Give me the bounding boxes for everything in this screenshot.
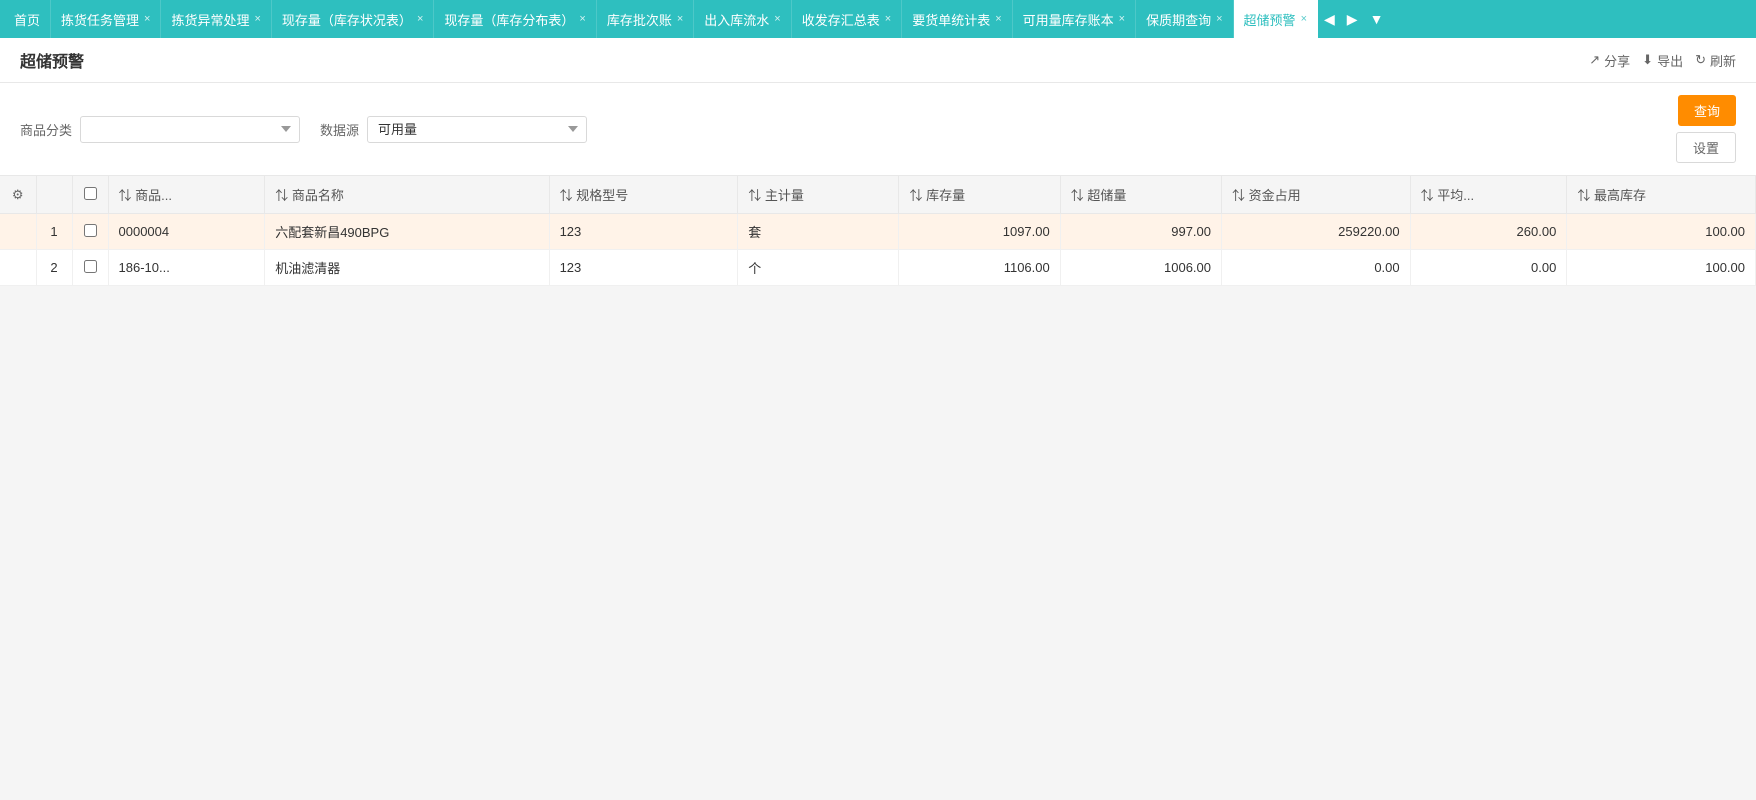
close-available-stock[interactable]: × <box>1119 13 1125 25</box>
datasource-filter: 数据源 可用量 库存量 <box>320 116 587 143</box>
nav-home[interactable]: 首页 <box>4 0 51 38</box>
nav-receive-summary[interactable]: 收发存汇总表 × <box>792 0 902 38</box>
row-stock: 1106.00 <box>899 250 1060 286</box>
nav-shelf-life[interactable]: 保质期查询 × <box>1136 0 1233 38</box>
datasource-select[interactable]: 可用量 库存量 <box>367 116 587 143</box>
row-avg: 0.00 <box>1410 250 1567 286</box>
topbar-prev-btn[interactable]: ◀ <box>1318 0 1341 38</box>
close-pick-exception[interactable]: × <box>254 13 260 25</box>
row-avg: 260.00 <box>1410 214 1567 250</box>
row-checkbox[interactable] <box>84 260 97 273</box>
col-spec[interactable]: ⇅ 规格型号 <box>549 176 738 214</box>
row-index: 2 <box>36 250 72 286</box>
row-code: 0000004 <box>108 214 265 250</box>
row-overstock: 997.00 <box>1060 214 1221 250</box>
row-capital: 0.00 <box>1222 250 1411 286</box>
nav-pick-exception[interactable]: 拣货异常处理 × <box>161 0 271 38</box>
table-row: 1 0000004 六配套新昌490BPG 123 套 1097.00 997.… <box>0 214 1756 250</box>
nav-batch-account[interactable]: 库存批次账 × <box>597 0 694 38</box>
close-stock-dist[interactable]: × <box>579 13 585 25</box>
close-batch-account[interactable]: × <box>677 13 683 25</box>
nav-pick-task[interactable]: 拣货任务管理 × <box>51 0 161 38</box>
close-stock-status[interactable]: × <box>417 13 423 25</box>
datasource-label: 数据源 <box>320 120 359 139</box>
row-code: 186-10... <box>108 250 265 286</box>
close-overstock-warning[interactable]: × <box>1301 13 1307 25</box>
nav-available-stock[interactable]: 可用量库存账本 × <box>1013 0 1136 38</box>
row-unit: 个 <box>738 250 899 286</box>
close-receive-summary[interactable]: × <box>885 13 891 25</box>
col-code[interactable]: ⇅ 商品... <box>108 176 265 214</box>
close-shelf-life[interactable]: × <box>1216 13 1222 25</box>
data-table: ⚙ ⇅ 商品... ⇅ 商品名称 ⇅ 规格型号 ⇅ 主计量 <box>0 176 1756 286</box>
col-index <box>36 176 72 214</box>
category-label: 商品分类 <box>20 120 72 139</box>
refresh-button[interactable]: ↻ 刷新 <box>1695 51 1736 70</box>
row-spec: 123 <box>549 214 738 250</box>
row-checkbox-cell[interactable] <box>72 214 108 250</box>
row-maxstock: 100.00 <box>1567 250 1756 286</box>
row-stock: 1097.00 <box>899 214 1060 250</box>
topbar: 首页 拣货任务管理 × 拣货异常处理 × 现存量（库存状况表） × 现存量（库存… <box>0 0 1756 38</box>
close-order-stats[interactable]: × <box>995 13 1001 25</box>
col-unit[interactable]: ⇅ 主计量 <box>738 176 899 214</box>
row-index: 1 <box>36 214 72 250</box>
table-row: 2 186-10... 机油滤清器 123 个 1106.00 1006.00 … <box>0 250 1756 286</box>
col-name[interactable]: ⇅ 商品名称 <box>265 176 549 214</box>
share-button[interactable]: ↗ 分享 <box>1589 51 1630 70</box>
col-stock[interactable]: ⇅ 库存量 <box>899 176 1060 214</box>
query-button[interactable]: 查询 <box>1678 95 1736 126</box>
close-pick-task[interactable]: × <box>144 13 150 25</box>
row-capital: 259220.00 <box>1222 214 1411 250</box>
col-avg[interactable]: ⇅ 平均... <box>1410 176 1567 214</box>
row-checkbox[interactable] <box>84 224 97 237</box>
row-spec: 123 <box>549 250 738 286</box>
nav-overstock-warning[interactable]: 超储预警 × <box>1234 0 1318 38</box>
col-capital[interactable]: ⇅ 资金占用 <box>1222 176 1411 214</box>
nav-stock-status[interactable]: 现存量（库存状况表） × <box>272 0 434 38</box>
gear-icon[interactable]: ⚙ <box>12 187 24 202</box>
row-name: 机油滤清器 <box>265 250 549 286</box>
row-unit: 套 <box>738 214 899 250</box>
nav-stock-dist[interactable]: 现存量（库存分布表） × <box>434 0 596 38</box>
col-checkbox-all[interactable] <box>72 176 108 214</box>
page-title: 超储预警 <box>20 48 84 72</box>
nav-order-stats[interactable]: 要货单统计表 × <box>902 0 1012 38</box>
row-maxstock: 100.00 <box>1567 214 1756 250</box>
close-inout-flow[interactable]: × <box>774 13 780 25</box>
share-icon: ↗ <box>1589 52 1600 68</box>
col-maxstock[interactable]: ⇅ 最高库存 <box>1567 176 1756 214</box>
refresh-icon: ↻ <box>1695 52 1706 68</box>
row-overstock: 1006.00 <box>1060 250 1221 286</box>
row-gear-cell <box>0 214 36 250</box>
export-icon: ⬇ <box>1642 52 1653 68</box>
col-gear: ⚙ <box>0 176 36 214</box>
nav-inout-flow[interactable]: 出入库流水 × <box>694 0 791 38</box>
row-name: 六配套新昌490BPG <box>265 214 549 250</box>
row-checkbox-cell[interactable] <box>72 250 108 286</box>
header-row: 超储预警 ↗ 分享 ⬇ 导出 ↻ 刷新 <box>0 38 1756 83</box>
topbar-next-btn[interactable]: ▶ <box>1341 0 1364 38</box>
settings-button[interactable]: 设置 <box>1676 132 1736 163</box>
table-container: ⚙ ⇅ 商品... ⇅ 商品名称 ⇅ 规格型号 ⇅ 主计量 <box>0 176 1756 286</box>
category-filter: 商品分类 <box>20 116 300 143</box>
export-button[interactable]: ⬇ 导出 <box>1642 51 1683 70</box>
col-overstock[interactable]: ⇅ 超储量 <box>1060 176 1221 214</box>
filter-row: 商品分类 数据源 可用量 库存量 查询 设置 <box>0 83 1756 176</box>
row-gear-cell <box>0 250 36 286</box>
header-actions: ↗ 分享 ⬇ 导出 ↻ 刷新 <box>1589 51 1736 70</box>
category-select[interactable] <box>80 116 300 143</box>
topbar-more-btn[interactable]: ▼ <box>1364 0 1390 38</box>
select-all-checkbox[interactable] <box>84 187 97 200</box>
